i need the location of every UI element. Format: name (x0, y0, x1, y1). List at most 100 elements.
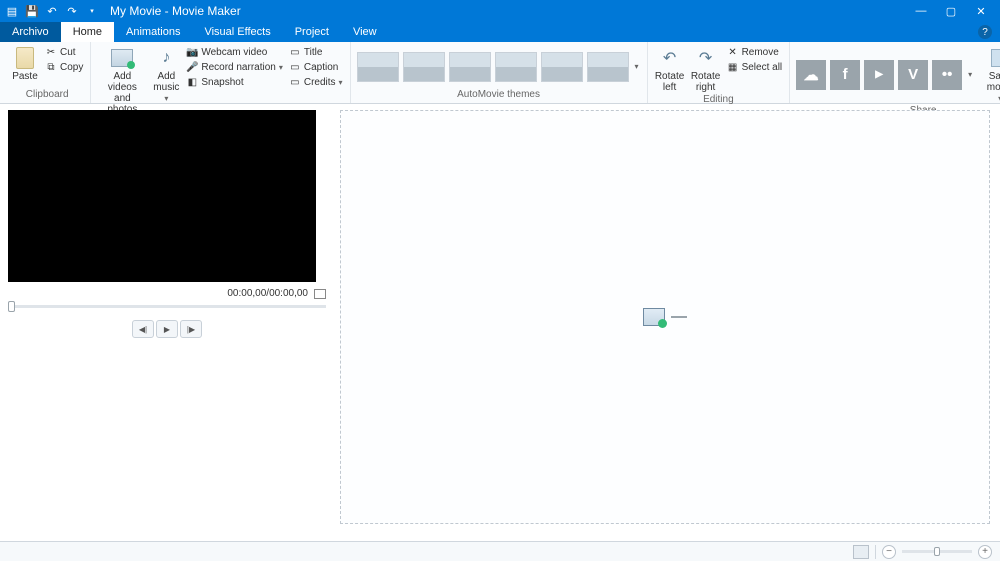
main-area: 00:00,00/00:00,00 ◀| ▶ |▶ (0, 104, 1000, 541)
group-share: ☁ f ▶ V •• ▾ Savemovie Signin Share (790, 42, 1000, 103)
group-themes: ▾ AutoMovie themes (351, 42, 648, 103)
add-media-placeholder-icon (643, 308, 665, 326)
copy-label: Copy (60, 62, 83, 73)
theme-thumb-4[interactable] (495, 52, 537, 82)
caption-label: Caption (304, 62, 338, 73)
play-button[interactable]: ▶ (156, 320, 178, 338)
group-add: Add videosand photos ♪ Addmusic 📷Webcam … (91, 42, 350, 103)
paste-button[interactable]: Paste (8, 44, 42, 83)
group-editing: ↶ Rotateleft ↷ Rotateright ✕Remove ▦Sele… (648, 42, 791, 103)
caption-icon: ▭ (289, 61, 301, 73)
timecode-row: 00:00,00/00:00,00 (8, 288, 326, 299)
vimeo-icon: V (908, 66, 918, 83)
facebook-icon: f (843, 66, 848, 83)
remove-icon: ✕ (727, 46, 739, 58)
credits-icon: ▭ (289, 76, 301, 88)
record-narration-button[interactable]: 🎤Record narration (183, 60, 286, 74)
snapshot-button[interactable]: ◧Snapshot (183, 75, 286, 89)
webcam-video-button[interactable]: 📷Webcam video (183, 45, 286, 59)
status-bar: − + (0, 541, 1000, 561)
group-themes-label: AutoMovie themes (355, 89, 643, 103)
add-music-label: Addmusic (152, 71, 180, 104)
share-vimeo-button[interactable]: V (898, 60, 928, 90)
quick-access-toolbar: ▤ 💾 ↶ ↷ ▾ (4, 3, 100, 19)
theme-thumb-3[interactable] (449, 52, 491, 82)
select-all-label: Select all (742, 62, 783, 73)
share-flickr-button[interactable]: •• (932, 60, 962, 90)
timeline-dropzone[interactable] (340, 110, 990, 524)
rotate-left-label: Rotateleft (655, 71, 684, 93)
save-icon[interactable]: 💾 (24, 3, 40, 19)
next-frame-button[interactable]: |▶ (180, 320, 202, 338)
copy-button[interactable]: ⧉Copy (42, 60, 86, 74)
group-clipboard: Paste ✂Cut ⧉Copy Clipboard (4, 42, 91, 103)
ribbon-tabs: Archivo Home Animations Visual Effects P… (0, 22, 1000, 42)
credits-button[interactable]: ▭Credits (286, 75, 346, 89)
rotate-right-button[interactable]: ↷ Rotateright (688, 44, 724, 94)
tab-file[interactable]: Archivo (0, 22, 61, 42)
paste-label: Paste (12, 71, 38, 82)
paste-icon (16, 47, 34, 69)
webcam-icon: 📷 (186, 46, 198, 58)
seek-knob[interactable] (8, 301, 15, 312)
share-facebook-button[interactable]: f (830, 60, 860, 90)
share-expand-icon[interactable]: ▾ (964, 70, 976, 79)
seek-slider[interactable] (8, 305, 326, 308)
cut-label: Cut (60, 47, 76, 58)
add-music-button[interactable]: ♪ Addmusic (149, 44, 183, 105)
rotate-left-icon: ↶ (663, 48, 676, 68)
title-icon: ▭ (289, 46, 301, 58)
group-clipboard-label: Clipboard (8, 89, 86, 103)
webcam-label: Webcam video (201, 47, 267, 58)
mic-icon: 🎤 (186, 61, 198, 73)
window-title: My Movie - Movie Maker (110, 4, 241, 18)
view-thumbnails-icon[interactable] (853, 545, 869, 559)
theme-thumb-1[interactable] (357, 52, 399, 82)
placeholder-line (671, 316, 687, 318)
app-icon: ▤ (4, 3, 20, 19)
zoom-knob[interactable] (934, 547, 940, 556)
remove-button[interactable]: ✕Remove (724, 45, 786, 59)
music-icon: ♪ (162, 49, 170, 67)
zoom-in-button[interactable]: + (978, 545, 992, 559)
cut-icon: ✂ (45, 46, 57, 58)
timecode: 00:00,00/00:00,00 (227, 288, 308, 299)
theme-thumb-6[interactable] (587, 52, 629, 82)
maximize-button[interactable]: ▢ (936, 0, 966, 22)
copy-icon: ⧉ (45, 61, 57, 73)
save-movie-button[interactable]: Savemovie (982, 44, 1000, 105)
select-all-icon: ▦ (727, 61, 739, 73)
share-onedrive-button[interactable]: ☁ (796, 60, 826, 90)
zoom-slider[interactable] (902, 550, 972, 553)
video-preview[interactable] (8, 110, 316, 282)
tab-project[interactable]: Project (283, 22, 341, 42)
prev-frame-button[interactable]: ◀| (132, 320, 154, 338)
snapshot-label: Snapshot (201, 77, 243, 88)
minimize-button[interactable]: — (906, 0, 936, 22)
rotate-left-button[interactable]: ↶ Rotateleft (652, 44, 688, 94)
zoom-out-button[interactable]: − (882, 545, 896, 559)
tab-visual-effects[interactable]: Visual Effects (192, 22, 282, 42)
caption-button[interactable]: ▭Caption (286, 60, 346, 74)
help-icon[interactable]: ? (978, 25, 992, 39)
cut-button[interactable]: ✂Cut (42, 45, 86, 59)
tab-home[interactable]: Home (61, 22, 114, 42)
save-movie-label: Savemovie (985, 71, 1000, 104)
timeline-placeholder[interactable] (643, 308, 687, 326)
fullscreen-icon[interactable] (314, 289, 326, 299)
themes-expand-icon[interactable]: ▾ (631, 62, 643, 71)
share-youtube-button[interactable]: ▶ (864, 60, 894, 90)
tab-animations[interactable]: Animations (114, 22, 192, 42)
select-all-button[interactable]: ▦Select all (724, 60, 786, 74)
ribbon: Paste ✂Cut ⧉Copy Clipboard Add videosand… (0, 42, 1000, 104)
title-button[interactable]: ▭Title (286, 45, 346, 59)
narration-label: Record narration (201, 62, 275, 73)
tab-view[interactable]: View (341, 22, 389, 42)
undo-icon[interactable]: ↶ (44, 3, 60, 19)
close-button[interactable]: ✕ (966, 0, 996, 22)
qat-dropdown-icon[interactable]: ▾ (84, 3, 100, 19)
theme-thumb-5[interactable] (541, 52, 583, 82)
theme-thumb-2[interactable] (403, 52, 445, 82)
preview-pane: 00:00,00/00:00,00 ◀| ▶ |▶ (0, 104, 334, 541)
redo-icon[interactable]: ↷ (64, 3, 80, 19)
